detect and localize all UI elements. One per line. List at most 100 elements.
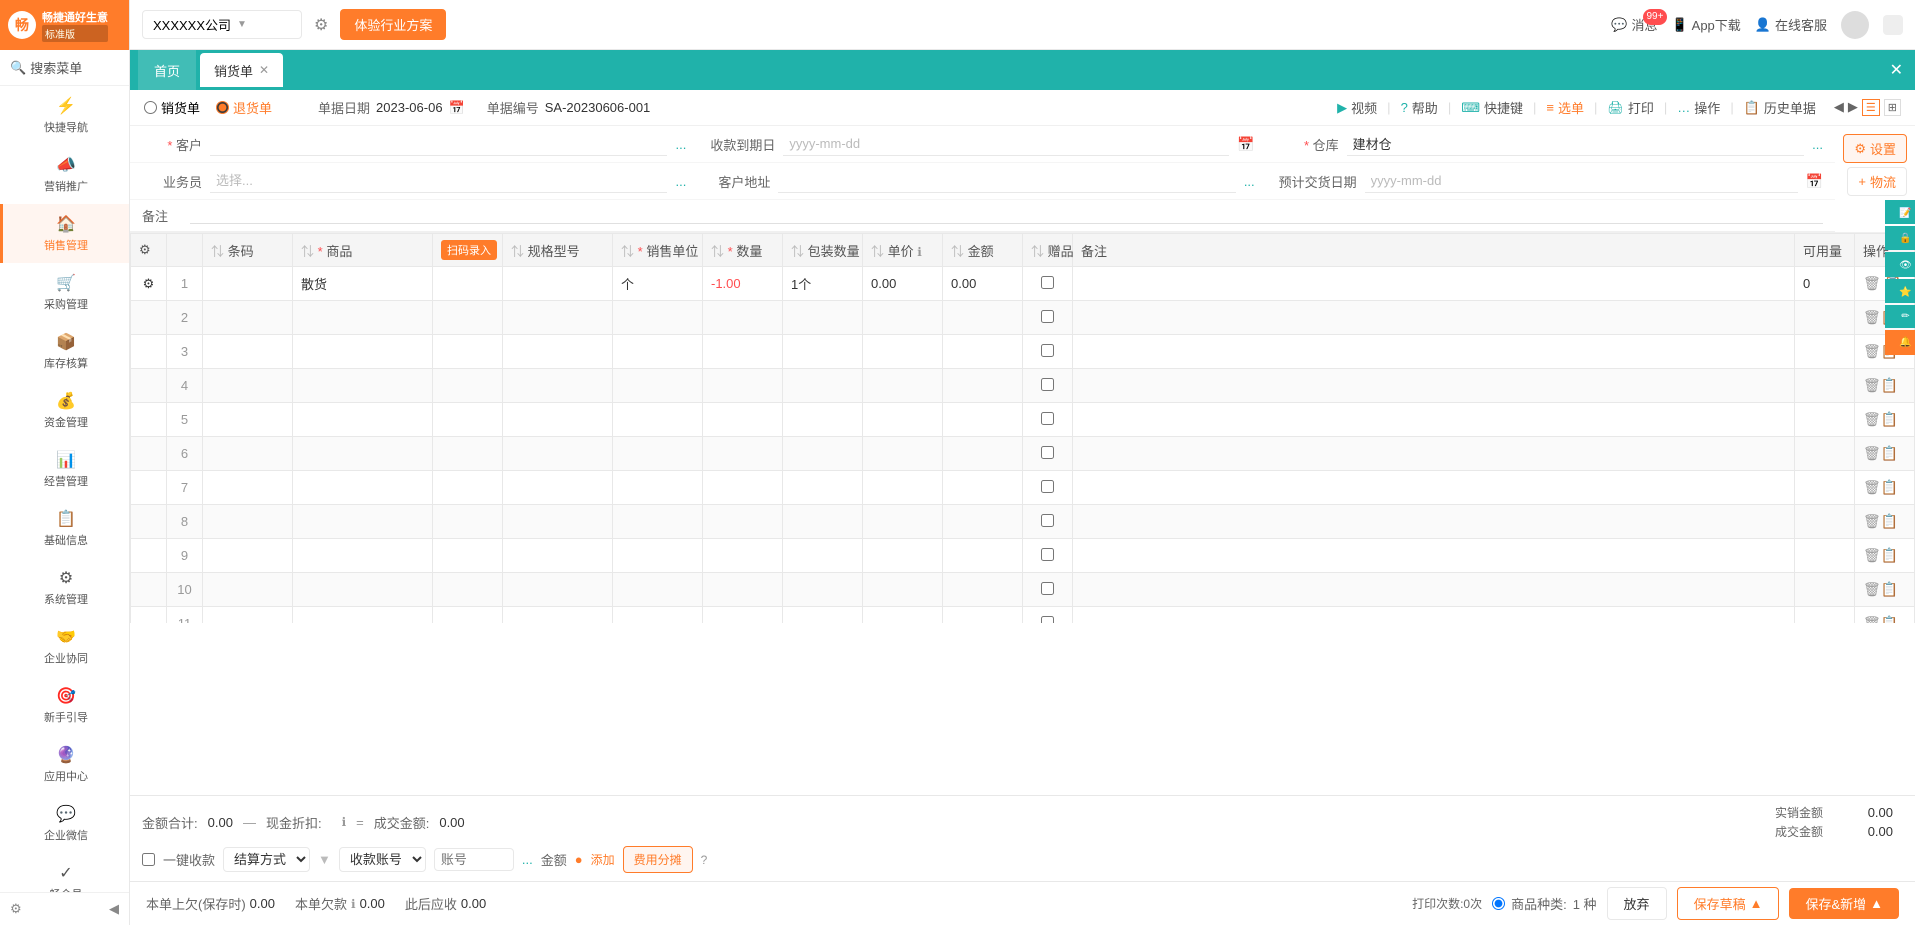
row-gear[interactable] <box>131 369 167 403</box>
row-pack-qty[interactable] <box>783 573 863 607</box>
row-gear[interactable] <box>131 505 167 539</box>
row-product[interactable] <box>293 437 433 471</box>
row-price[interactable] <box>863 471 943 505</box>
row-qty[interactable]: -1.00 <box>703 267 783 301</box>
row-amount[interactable] <box>943 505 1023 539</box>
row-qty[interactable] <box>703 369 783 403</box>
grid-view-icon[interactable]: ⊞ <box>1884 99 1901 116</box>
copy-icon[interactable]: 📋 <box>1881 479 1898 495</box>
copy-icon[interactable]: 📋 <box>1881 547 1898 563</box>
company-selector[interactable]: XXXXXX公司 ▼ <box>142 10 302 39</box>
print-action[interactable]: 🖨打印 <box>1607 98 1654 117</box>
row-amount[interactable] <box>943 403 1023 437</box>
row-gear[interactable] <box>131 403 167 437</box>
copy-icon[interactable]: 📋 <box>1881 581 1898 597</box>
row-remark[interactable] <box>1073 505 1795 539</box>
account-number-input[interactable] <box>434 848 514 871</box>
row-gear[interactable] <box>131 573 167 607</box>
row-product[interactable]: 散货 <box>293 267 433 301</box>
select-action[interactable]: ≡选单 <box>1546 98 1584 117</box>
col-scan[interactable]: 扫码录入 <box>433 234 503 267</box>
row-product[interactable] <box>293 369 433 403</box>
sidebar-item-guide[interactable]: 🎯 新手引导 <box>0 676 129 735</box>
row-price[interactable] <box>863 369 943 403</box>
row-gear[interactable] <box>131 301 167 335</box>
sort-icon2[interactable]: ⇅ <box>301 244 314 259</box>
sidebar-item-enterprise[interactable]: 🤝 企业协同 <box>0 617 129 676</box>
expense-split-button[interactable]: 费用分摊 <box>623 846 693 873</box>
row-remark[interactable] <box>1073 539 1795 573</box>
customer-dots[interactable]: ... <box>675 137 686 152</box>
gift-checkbox[interactable] <box>1041 378 1054 391</box>
due-date-input[interactable] <box>783 132 1229 156</box>
row-remark[interactable] <box>1073 369 1795 403</box>
sidebar-item-quick-nav[interactable]: ⚡ 快捷导航 <box>0 86 129 145</box>
row-gear[interactable] <box>131 437 167 471</box>
gift-checkbox[interactable] <box>1041 412 1054 425</box>
next-icon[interactable]: ▶ <box>1848 99 1858 116</box>
row-spec[interactable] <box>503 539 613 573</box>
row-price[interactable] <box>863 301 943 335</box>
row-barcode[interactable] <box>203 369 293 403</box>
customer-address-input[interactable] <box>778 169 1235 193</box>
row-remark[interactable] <box>1073 573 1795 607</box>
logistics-button[interactable]: + 物流 <box>1847 167 1907 196</box>
row-remark[interactable] <box>1073 403 1795 437</box>
row-barcode[interactable] <box>203 471 293 505</box>
row-amount[interactable]: 0.00 <box>943 267 1023 301</box>
operations-action[interactable]: …操作 <box>1677 98 1720 117</box>
row-gear[interactable] <box>131 539 167 573</box>
row-qty[interactable] <box>703 437 783 471</box>
sidebar-item-purchase[interactable]: 🛒 采购管理 <box>0 263 129 322</box>
row-price[interactable] <box>863 403 943 437</box>
sidebar-item-inventory[interactable]: 📦 库存核算 <box>0 322 129 381</box>
radio-return-bill[interactable]: 退货单 <box>216 98 272 117</box>
row-barcode[interactable] <box>203 267 293 301</box>
row-gift[interactable] <box>1023 267 1073 301</box>
copy-icon[interactable]: 📋 <box>1881 615 1898 623</box>
sidebar-item-appstore[interactable]: 🔮 应用中心 <box>0 735 129 794</box>
row-spec[interactable] <box>503 335 613 369</box>
radio-return-input[interactable] <box>216 101 229 114</box>
row-spec[interactable] <box>503 437 613 471</box>
save-draft-dropdown-icon[interactable]: ▲ <box>1750 896 1763 911</box>
salesperson-input[interactable] <box>210 169 667 193</box>
row-gift[interactable] <box>1023 403 1073 437</box>
row-unit[interactable]: 个 <box>613 267 703 301</box>
account-select[interactable]: 收款账号 <box>339 847 426 872</box>
delete-icon[interactable]: 🗑 <box>1863 377 1881 393</box>
row-gift[interactable] <box>1023 573 1073 607</box>
sort-icon8[interactable]: ⇅ <box>951 244 964 259</box>
customer-input[interactable] <box>210 132 667 156</box>
row-amount[interactable] <box>943 369 1023 403</box>
tab-home[interactable]: 首页 <box>138 50 196 90</box>
gift-checkbox[interactable] <box>1041 582 1054 595</box>
gift-checkbox[interactable] <box>1041 480 1054 493</box>
radio-sales-bill[interactable]: 销货单 <box>144 98 200 117</box>
prev-icon[interactable]: ◀ <box>1834 99 1844 116</box>
sidebar-collapse-icon[interactable]: ◀ <box>109 901 119 917</box>
row-pack-qty[interactable] <box>783 437 863 471</box>
gift-checkbox[interactable] <box>1041 276 1054 289</box>
copy-icon[interactable]: 📋 <box>1881 513 1898 529</box>
sidebar-item-system[interactable]: ⚙ 系统管理 <box>0 558 129 617</box>
row-unit[interactable] <box>613 573 703 607</box>
row-price[interactable] <box>863 539 943 573</box>
row-pack-qty[interactable] <box>783 335 863 369</box>
delete-icon[interactable]: 🗑 <box>1863 411 1881 427</box>
row-amount[interactable] <box>943 437 1023 471</box>
row-barcode[interactable] <box>203 403 293 437</box>
row-amount[interactable] <box>943 335 1023 369</box>
row-pack-qty[interactable] <box>783 607 863 624</box>
customer-address-dots[interactable]: ... <box>1244 174 1255 189</box>
sort-icon7[interactable]: ⇅ <box>871 244 884 259</box>
copy-icon[interactable]: 📋 <box>1881 411 1898 427</box>
app-download-item[interactable]: 📱 App下载 <box>1671 15 1740 34</box>
row-pack-qty[interactable]: 1个 <box>783 267 863 301</box>
help-action[interactable]: ?帮助 <box>1401 98 1438 117</box>
row-spec[interactable] <box>503 403 613 437</box>
row-unit[interactable] <box>613 505 703 539</box>
rfb-alert[interactable]: 🔔 <box>1885 330 1915 354</box>
close-all-button[interactable]: ✕ <box>1886 58 1907 83</box>
tab-close-icon[interactable]: ✕ <box>259 63 269 77</box>
